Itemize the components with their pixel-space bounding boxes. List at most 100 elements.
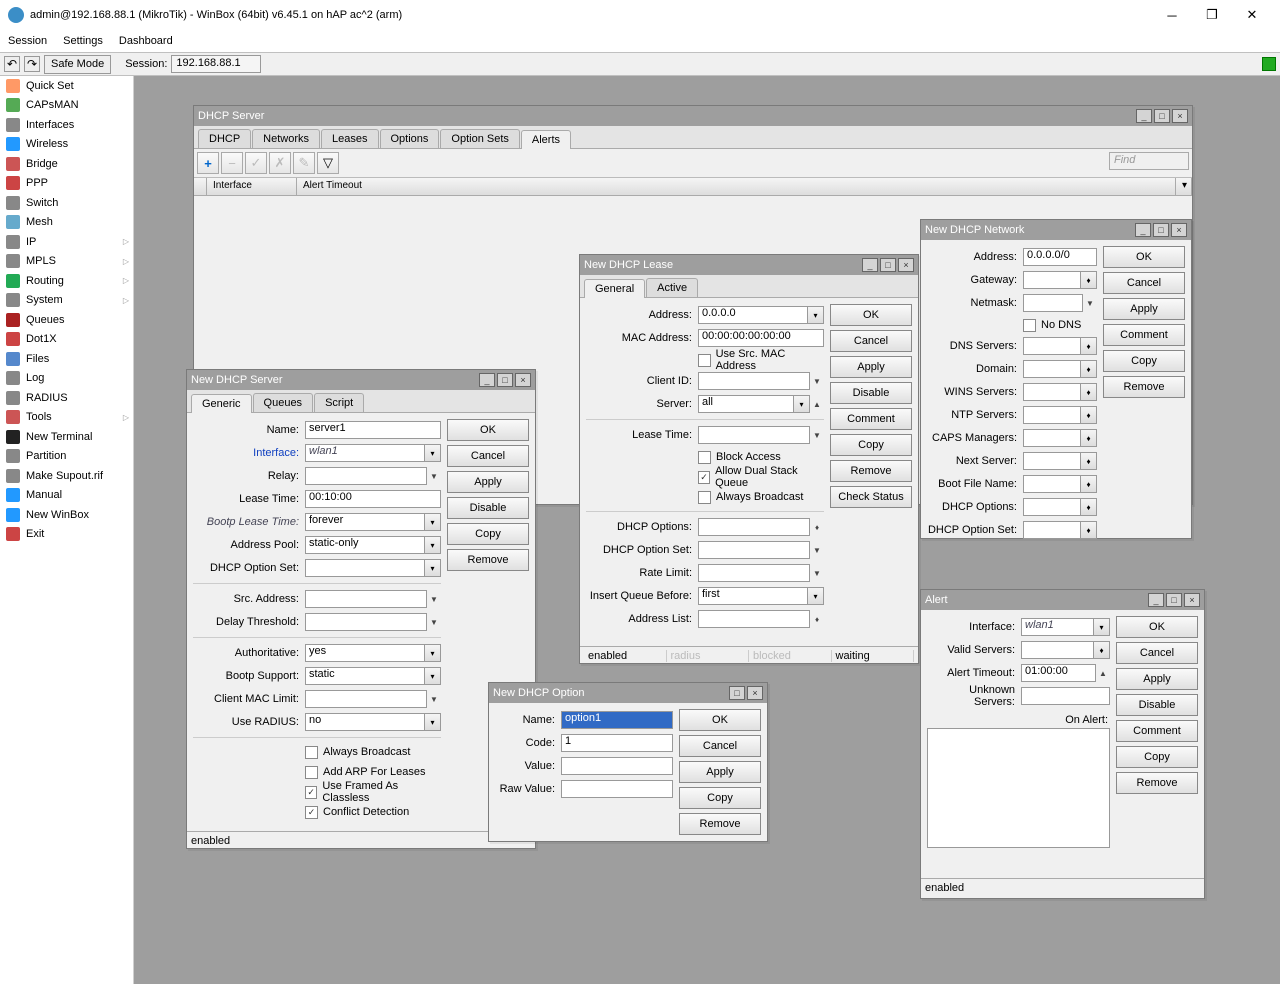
dhcp-option-set-input[interactable] — [305, 559, 425, 577]
dns-servers-input[interactable] — [1023, 337, 1081, 355]
comment-button[interactable]: Comment — [1116, 720, 1198, 742]
raw-value-input[interactable] — [561, 780, 673, 798]
arrow-icon[interactable]: ▲ — [1096, 664, 1110, 682]
ntp-servers-input[interactable] — [1023, 406, 1081, 424]
comment-button[interactable]: Comment — [830, 408, 912, 430]
minimize-button[interactable]: ─ — [1152, 5, 1192, 25]
comment-button[interactable]: ✎ — [293, 152, 315, 174]
dropdown-icon[interactable]: ▾ — [1094, 618, 1110, 636]
tab-generic[interactable]: Generic — [191, 394, 252, 413]
lease-time-input[interactable] — [698, 426, 810, 444]
arrow-icon[interactable]: ▼ — [427, 467, 441, 485]
close-button[interactable]: ✕ — [1232, 5, 1272, 25]
arrow-icon[interactable]: ♦ — [810, 518, 824, 536]
spinner-icon[interactable]: ♦ — [1081, 452, 1097, 470]
maximize-icon[interactable]: □ — [1166, 593, 1182, 607]
bootp-support-input[interactable]: static — [305, 667, 425, 685]
close-icon[interactable]: × — [1172, 109, 1188, 123]
address-pool-input[interactable]: static-only — [305, 536, 425, 554]
maximize-button[interactable]: ❐ — [1192, 5, 1232, 25]
dropdown-icon[interactable]: ▾ — [425, 713, 441, 731]
minimize-icon[interactable]: _ — [1148, 593, 1164, 607]
maximize-icon[interactable]: □ — [1153, 223, 1169, 237]
remove-button[interactable]: Remove — [1103, 376, 1185, 398]
close-icon[interactable]: × — [1171, 223, 1187, 237]
dropdown-icon[interactable]: ▾ — [794, 395, 810, 413]
dropdown-icon[interactable]: ▾ — [425, 644, 441, 662]
name-input[interactable]: option1 — [561, 711, 673, 729]
apply-button[interactable]: Apply — [830, 356, 912, 378]
checkbox[interactable] — [1023, 319, 1036, 332]
find-input[interactable]: Find — [1109, 152, 1189, 170]
boot-file-name-input[interactable] — [1023, 475, 1081, 493]
col-interface[interactable]: Interface — [207, 178, 297, 195]
close-icon[interactable]: × — [898, 258, 914, 272]
checkbox[interactable]: ✓ — [305, 806, 318, 819]
src-address-input[interactable] — [305, 590, 427, 608]
copy-button[interactable]: Copy — [1103, 350, 1185, 372]
netmask-input[interactable] — [1023, 294, 1083, 312]
tab-general[interactable]: General — [584, 279, 645, 298]
copy-button[interactable]: Copy — [1116, 746, 1198, 768]
tab-alerts[interactable]: Alerts — [521, 130, 571, 149]
checkbox[interactable] — [698, 451, 711, 464]
remove-button[interactable]: Remove — [1116, 772, 1198, 794]
dropdown-icon[interactable]: ▾ — [425, 513, 441, 531]
tab-option-sets[interactable]: Option Sets — [440, 129, 519, 148]
sidebar-item-make-supout-rif[interactable]: Make Supout.rif — [0, 466, 133, 486]
server-input[interactable]: all — [698, 395, 794, 413]
spinner-icon[interactable]: ♦ — [1081, 521, 1097, 539]
interface-input[interactable]: wlan1 — [1021, 618, 1094, 636]
sidebar-item-mesh[interactable]: Mesh — [0, 213, 133, 233]
arrow-icon[interactable]: ▼ — [810, 564, 824, 582]
sidebar-item-queues[interactable]: Queues — [0, 310, 133, 330]
sidebar-item-switch[interactable]: Switch — [0, 193, 133, 213]
dropdown-icon[interactable]: ▾ — [425, 536, 441, 554]
tab-networks[interactable]: Networks — [252, 129, 320, 148]
sidebar-item-capsman[interactable]: CAPsMAN — [0, 96, 133, 116]
on-alert-textarea[interactable] — [927, 728, 1110, 848]
ok-button[interactable]: OK — [830, 304, 912, 326]
sidebar-item-mpls[interactable]: MPLS▷ — [0, 252, 133, 272]
cancel-button[interactable]: Cancel — [1116, 642, 1198, 664]
spinner-icon[interactable]: ♦ — [1081, 360, 1097, 378]
tab-queues[interactable]: Queues — [253, 393, 314, 412]
sidebar-item-system[interactable]: System▷ — [0, 291, 133, 311]
ok-button[interactable]: OK — [679, 709, 761, 731]
spinner-icon[interactable]: ♦ — [1094, 641, 1110, 659]
sidebar-item-new-terminal[interactable]: New Terminal — [0, 427, 133, 447]
sidebar-item-files[interactable]: Files — [0, 349, 133, 369]
sidebar-item-interfaces[interactable]: Interfaces — [0, 115, 133, 135]
dropdown-icon[interactable]: ▾ — [808, 306, 824, 324]
cancel-button[interactable]: Cancel — [830, 330, 912, 352]
apply-button[interactable]: Apply — [447, 471, 529, 493]
safe-mode-button[interactable]: Safe Mode — [44, 55, 111, 74]
cancel-button[interactable]: Cancel — [447, 445, 529, 467]
minimize-icon[interactable]: _ — [1136, 109, 1152, 123]
close-icon[interactable]: × — [747, 686, 763, 700]
apply-button[interactable]: Apply — [1103, 298, 1185, 320]
spinner-icon[interactable]: ♦ — [1081, 498, 1097, 516]
sidebar-item-dot1x[interactable]: Dot1X — [0, 330, 133, 350]
disable-button[interactable]: Disable — [1116, 694, 1198, 716]
sidebar-item-radius[interactable]: RADIUS — [0, 388, 133, 408]
arrow-icon[interactable]: ▼ — [427, 590, 441, 608]
arrow-icon[interactable]: ▲ — [810, 395, 824, 413]
sidebar-item-bridge[interactable]: Bridge — [0, 154, 133, 174]
arrow-icon[interactable]: ▼ — [427, 613, 441, 631]
insert-queue-before-input[interactable]: first — [698, 587, 808, 605]
chevron-down-icon[interactable]: ▾ — [1176, 178, 1192, 195]
ok-button[interactable]: OK — [1116, 616, 1198, 638]
filter-button[interactable]: ▽ — [317, 152, 339, 174]
spinner-icon[interactable]: ♦ — [1081, 271, 1097, 289]
dhcp-options-input[interactable] — [1023, 498, 1081, 516]
remove-button[interactable]: Remove — [447, 549, 529, 571]
authoritative-input[interactable]: yes — [305, 644, 425, 662]
copy-button[interactable]: Copy — [447, 523, 529, 545]
menu-session[interactable]: Session — [8, 35, 47, 47]
arrow-icon[interactable]: ♦ — [810, 610, 824, 628]
close-icon[interactable]: × — [1184, 593, 1200, 607]
spinner-icon[interactable]: ♦ — [1081, 429, 1097, 447]
maximize-icon[interactable]: □ — [497, 373, 513, 387]
dropdown-icon[interactable]: ▾ — [425, 444, 441, 462]
